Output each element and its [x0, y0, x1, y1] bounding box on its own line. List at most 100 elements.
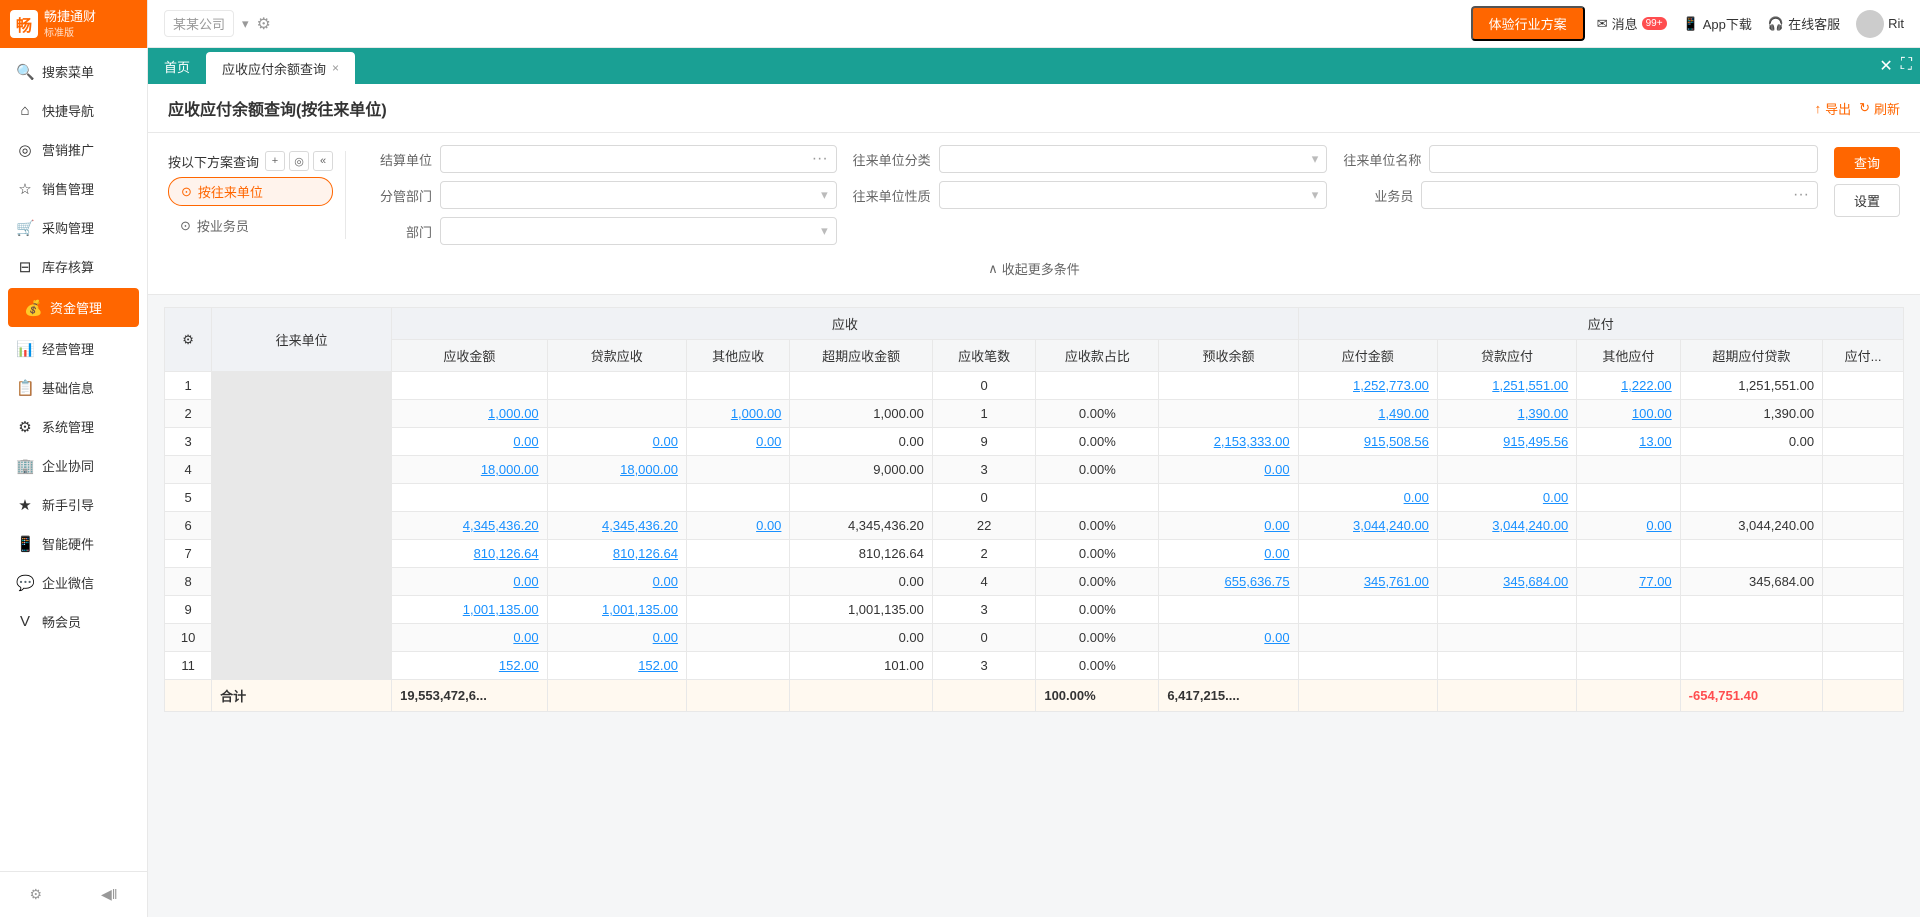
row-cell[interactable]: 100.00 — [1577, 400, 1680, 428]
row-cell[interactable]: 1,001,135.00 — [392, 596, 548, 624]
row-cell[interactable] — [1577, 596, 1680, 624]
sidebar-item-basic[interactable]: 📋 基础信息 — [0, 368, 147, 407]
row-cell[interactable]: 0.00 — [1159, 540, 1298, 568]
row-cell[interactable] — [547, 400, 686, 428]
row-cell[interactable]: 0.00 — [686, 512, 789, 540]
input-unit-name[interactable] — [1429, 145, 1818, 173]
sidebar-item-operations[interactable]: 📊 经营管理 — [0, 329, 147, 368]
sidebar-settings-button[interactable]: ⚙ — [23, 880, 48, 909]
row-cell[interactable]: 1,001,135.00 — [547, 596, 686, 624]
company-selector[interactable]: 某某公司 — [164, 10, 234, 37]
row-cell[interactable] — [1159, 400, 1298, 428]
row-cell[interactable] — [1577, 456, 1680, 484]
th-settings[interactable]: ⚙ — [165, 308, 212, 372]
row-cell[interactable] — [1577, 484, 1680, 512]
row-cell[interactable] — [1437, 456, 1576, 484]
tab-expand-button[interactable]: ⛶ — [1901, 56, 1912, 76]
row-cell[interactable]: 345,761.00 — [1298, 568, 1437, 596]
row-cell[interactable]: 1,252,773.00 — [1298, 372, 1437, 400]
row-cell[interactable] — [1437, 540, 1576, 568]
add-scheme-button[interactable]: + — [265, 151, 285, 171]
row-cell[interactable] — [686, 540, 789, 568]
row-cell[interactable] — [686, 372, 789, 400]
row-cell[interactable] — [1437, 652, 1576, 680]
sidebar-item-inventory[interactable]: ⊟ 库存核算 — [0, 247, 147, 286]
refresh-button[interactable]: ↻ 刷新 — [1859, 99, 1900, 118]
setting-button[interactable]: 设置 — [1834, 184, 1900, 217]
row-cell[interactable] — [547, 484, 686, 512]
sidebar-item-hardware[interactable]: 📱 智能硬件 — [0, 524, 147, 563]
row-cell[interactable] — [1298, 652, 1437, 680]
row-cell[interactable] — [1159, 652, 1298, 680]
tab-close-icon[interactable]: × — [332, 61, 339, 75]
app-download-button[interactable]: 📱 App下载 — [1683, 14, 1752, 33]
tab-home[interactable]: 首页 — [148, 48, 206, 84]
row-cell[interactable]: 152.00 — [392, 652, 548, 680]
search-option-unit[interactable]: ⊙ 按往来单位 — [168, 177, 333, 206]
row-cell[interactable]: 2,153,333.00 — [1159, 428, 1298, 456]
edit-scheme-button[interactable]: ◎ — [289, 151, 309, 171]
row-cell[interactable]: 4,345,436.20 — [392, 512, 548, 540]
row-cell[interactable]: 915,495.56 — [1437, 428, 1576, 456]
row-cell[interactable]: 0.00 — [547, 428, 686, 456]
row-cell[interactable]: 0.00 — [1577, 512, 1680, 540]
tab-arquery[interactable]: 应收应付余额查询 × — [206, 52, 355, 84]
sidebar-item-finance[interactable]: 💰 资金管理 — [8, 288, 139, 327]
input-settlement[interactable]: ··· — [440, 145, 837, 173]
row-cell[interactable] — [686, 596, 789, 624]
row-cell[interactable]: 915,508.56 — [1298, 428, 1437, 456]
input-dept[interactable]: ▾ — [440, 181, 837, 209]
more-scheme-button[interactable]: « — [313, 151, 333, 171]
row-cell[interactable]: 0.00 — [1159, 624, 1298, 652]
row-cell[interactable] — [686, 456, 789, 484]
sidebar-item-vip[interactable]: V 畅会员 — [0, 602, 147, 641]
row-cell[interactable]: 1,251,551.00 — [1437, 372, 1576, 400]
tab-close-button[interactable]: ✕ — [1879, 56, 1892, 76]
row-cell[interactable] — [1298, 456, 1437, 484]
row-cell[interactable]: 3,044,240.00 — [1437, 512, 1576, 540]
row-cell[interactable]: 0.00 — [547, 624, 686, 652]
collapse-button[interactable]: ∧ 收起更多条件 — [168, 255, 1900, 282]
export-button[interactable]: ↑ 导出 — [1815, 99, 1852, 118]
sidebar-item-weixin[interactable]: 💬 企业微信 — [0, 563, 147, 602]
row-cell[interactable]: 0.00 — [1437, 484, 1576, 512]
message-button[interactable]: ✉ 消息 99+ — [1597, 14, 1667, 33]
row-cell[interactable] — [392, 372, 548, 400]
search-option-salesman[interactable]: ⊙ 按业务员 — [168, 212, 333, 239]
row-cell[interactable] — [1159, 484, 1298, 512]
row-cell[interactable]: 0.00 — [392, 624, 548, 652]
row-cell[interactable] — [1298, 596, 1437, 624]
topbar-settings-icon[interactable]: ⚙ — [257, 14, 271, 34]
row-cell[interactable]: 0.00 — [1159, 512, 1298, 540]
row-cell[interactable] — [1577, 624, 1680, 652]
row-cell[interactable]: 77.00 — [1577, 568, 1680, 596]
sidebar-item-sales[interactable]: ☆ 销售管理 — [0, 169, 147, 208]
row-cell[interactable]: 0.00 — [392, 428, 548, 456]
row-cell[interactable]: 0.00 — [1159, 456, 1298, 484]
row-cell[interactable]: 1,000.00 — [392, 400, 548, 428]
sidebar-collapse-button[interactable]: ◀‖ — [95, 880, 124, 909]
promo-button[interactable]: 体验行业方案 — [1471, 6, 1585, 41]
row-cell[interactable]: 3,044,240.00 — [1298, 512, 1437, 540]
row-cell[interactable]: 18,000.00 — [392, 456, 548, 484]
sidebar-item-purchase[interactable]: 🛒 采购管理 — [0, 208, 147, 247]
input-unit-nature[interactable]: ▾ — [939, 181, 1328, 209]
row-cell[interactable]: 1,490.00 — [1298, 400, 1437, 428]
row-cell[interactable] — [392, 484, 548, 512]
row-cell[interactable]: 655,636.75 — [1159, 568, 1298, 596]
input-department[interactable]: ▾ — [440, 217, 837, 245]
row-cell[interactable]: 1,000.00 — [686, 400, 789, 428]
row-cell[interactable]: 152.00 — [547, 652, 686, 680]
row-cell[interactable] — [1577, 652, 1680, 680]
row-cell[interactable]: 345,684.00 — [1437, 568, 1576, 596]
sidebar-item-marketing[interactable]: ◎ 营销推广 — [0, 130, 147, 169]
row-cell[interactable] — [686, 484, 789, 512]
sidebar-item-system[interactable]: ⚙ 系统管理 — [0, 407, 147, 446]
row-cell[interactable]: 4,345,436.20 — [547, 512, 686, 540]
row-cell[interactable]: 0.00 — [1298, 484, 1437, 512]
query-button[interactable]: 查询 — [1834, 147, 1900, 178]
row-cell[interactable]: 0.00 — [547, 568, 686, 596]
sidebar-item-nav[interactable]: ⌂ 快捷导航 — [0, 91, 147, 130]
user-avatar[interactable]: Rit — [1856, 10, 1904, 38]
row-cell[interactable] — [1437, 596, 1576, 624]
